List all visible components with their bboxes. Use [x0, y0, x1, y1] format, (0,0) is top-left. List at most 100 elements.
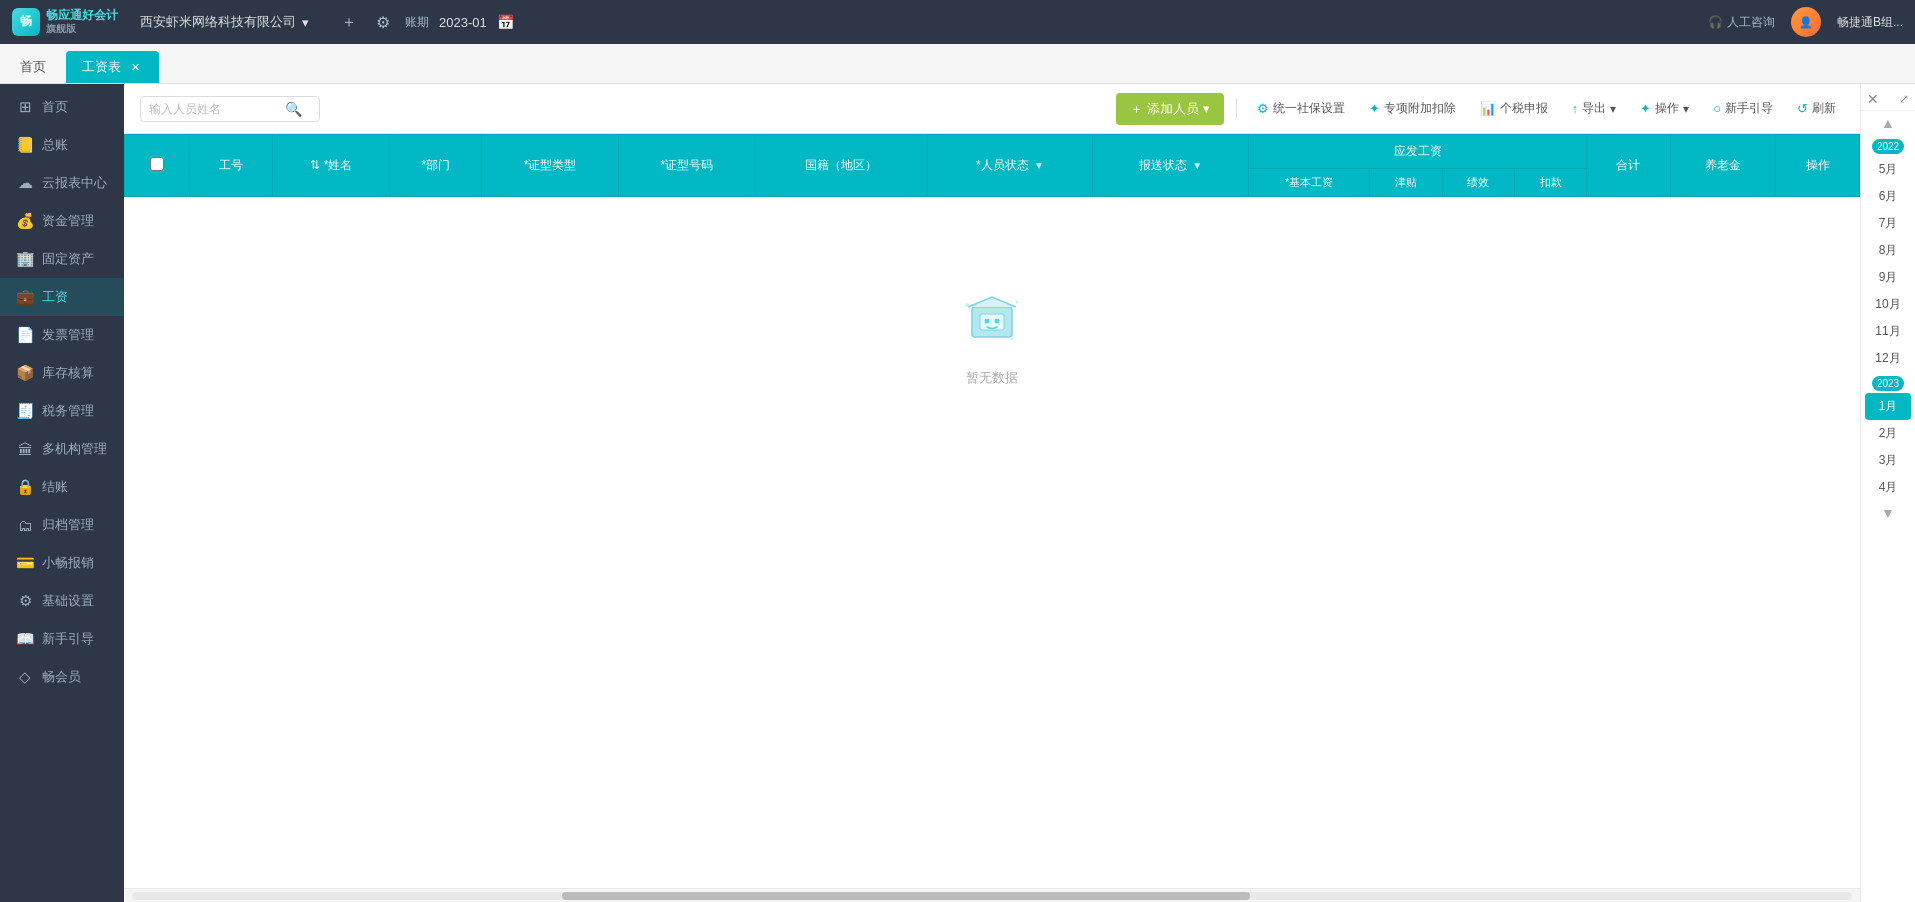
social-settings-label: 统一社保设置	[1273, 100, 1345, 117]
guide-action[interactable]: ○ 新手引导	[1705, 95, 1781, 122]
sidebar-label-fixed-assets: 固定资产	[42, 250, 94, 268]
company-dropdown-icon[interactable]: ▾	[302, 15, 309, 30]
sidebar-item-archive[interactable]: 🗂 归档管理	[0, 506, 124, 544]
user-name[interactable]: 畅捷通B组...	[1837, 14, 1903, 31]
sidebar-item-closing[interactable]: 🔒 结账	[0, 468, 124, 506]
month-2022-12[interactable]: 12月	[1861, 345, 1915, 372]
tab-close-icon[interactable]: ✕	[127, 59, 143, 75]
panel-controls: ✕ ⤢	[1861, 88, 1915, 111]
closing-icon: 🔒	[16, 478, 34, 496]
panel-up-arrow[interactable]: ▲	[1877, 111, 1899, 135]
year-2023-label: 2023	[1872, 376, 1904, 391]
col-allowance: 津贴	[1370, 169, 1442, 197]
sidebar-label-inventory: 库存核算	[42, 364, 94, 382]
status-filter-icon[interactable]: ▼	[1034, 160, 1044, 171]
social-settings-action[interactable]: ⚙ 统一社保设置	[1249, 95, 1353, 122]
sidebar-item-general-ledger[interactable]: 📒 总账	[0, 126, 124, 164]
tab-salary[interactable]: 工资表 ✕	[66, 51, 159, 83]
month-2023-02[interactable]: 2月	[1861, 420, 1915, 447]
support-button[interactable]: 🎧 人工咨询	[1708, 14, 1775, 31]
sidebar-item-basic-settings[interactable]: ⚙ 基础设置	[0, 582, 124, 620]
sidebar-item-inventory[interactable]: 📦 库存核算	[0, 354, 124, 392]
refresh-action[interactable]: ↺ 刷新	[1789, 95, 1844, 122]
svg-point-5	[1016, 301, 1019, 304]
col-base-salary: *基本工资	[1249, 169, 1370, 197]
sidebar-item-salary[interactable]: 💼 工资	[0, 278, 124, 316]
month-2023-04[interactable]: 4月	[1861, 474, 1915, 501]
refresh-label: 刷新	[1812, 100, 1836, 117]
app-version: 旗舰版	[46, 22, 118, 36]
add-person-label: 添加人员	[1147, 100, 1199, 118]
guide-icon: 📖	[16, 630, 34, 648]
col-id-no: *证型号码	[618, 135, 755, 197]
sidebar-item-tax[interactable]: 🧾 税务管理	[0, 392, 124, 430]
settings-button[interactable]: ⚙	[371, 10, 395, 34]
col-id-type: *证型类型	[482, 135, 619, 197]
sidebar-item-multi-org[interactable]: 🏛 多机构管理	[0, 430, 124, 468]
user-avatar[interactable]: 👤	[1791, 7, 1821, 37]
col-ops: 操作	[1776, 135, 1860, 197]
cloud-icon: ☁	[16, 174, 34, 192]
sidebar-item-invoice[interactable]: 📄 发票管理	[0, 316, 124, 354]
org-icon: 🏛	[16, 441, 34, 458]
table-container: 工号 ⇅ *姓名 *部门 *证型类型 *证型号码	[124, 134, 1860, 888]
sidebar-item-cloud-reports[interactable]: ☁ 云报表中心	[0, 164, 124, 202]
tab-home[interactable]: 首页	[4, 51, 62, 83]
sidebar-item-fixed-assets[interactable]: 🏢 固定资产	[0, 240, 124, 278]
month-2022-08[interactable]: 8月	[1861, 237, 1915, 264]
empty-message: 暂无数据	[966, 369, 1018, 387]
personal-tax-action[interactable]: 📊 个税申报	[1472, 95, 1556, 122]
sidebar-label-cloud-reports: 云报表中心	[42, 174, 107, 192]
sidebar-label-invoice: 发票管理	[42, 326, 94, 344]
col-social-security: 养老金	[1670, 135, 1776, 197]
home-icon: ⊞	[16, 98, 34, 116]
month-2022-10[interactable]: 10月	[1861, 291, 1915, 318]
checkbox-header[interactable]	[125, 135, 190, 197]
export-action[interactable]: ↑ 导出 ▾	[1564, 95, 1625, 122]
col-report-status[interactable]: 报送状态 ▼	[1092, 135, 1248, 197]
month-2023-03[interactable]: 3月	[1861, 447, 1915, 474]
report-status-filter-icon[interactable]: ▼	[1192, 160, 1202, 171]
month-2022-09[interactable]: 9月	[1861, 264, 1915, 291]
panel-down-arrow[interactable]: ▼	[1877, 501, 1899, 525]
month-2022-11[interactable]: 11月	[1861, 318, 1915, 345]
period-value: 2023-01	[439, 15, 487, 30]
sidebar: ⊞ 首页 📒 总账 ☁ 云报表中心 💰 资金管理 🏢 固定资产 💼 工资 📄 发…	[0, 84, 124, 902]
month-2022-05[interactable]: 5月	[1861, 156, 1915, 183]
operations-action[interactable]: ✦ 操作 ▾	[1632, 95, 1697, 122]
basic-settings-icon: ⚙	[16, 592, 34, 610]
header-actions: ＋ ⚙ 账期 2023-01 📅	[337, 10, 514, 34]
sidebar-item-home[interactable]: ⊞ 首页	[0, 88, 124, 126]
calendar-icon[interactable]: 📅	[497, 14, 514, 30]
search-icon[interactable]: 🔍	[285, 101, 302, 117]
special-deduction-action[interactable]: ✦ 专项附加扣除	[1361, 95, 1464, 122]
sidebar-label-beginner-guide: 新手引导	[42, 630, 94, 648]
sidebar-item-member[interactable]: ◇ 畅会员	[0, 658, 124, 696]
horizontal-scrollbar[interactable]	[124, 888, 1860, 902]
logo-area: 畅 畅应通好会计 旗舰版	[12, 8, 132, 36]
sidebar-label-fund-management: 资金管理	[42, 212, 94, 230]
col-name[interactable]: ⇅ *姓名	[273, 135, 390, 197]
tab-bar: 首页 工资表 ✕	[0, 44, 1915, 84]
add-person-button[interactable]: ＋ 添加人员 ▾	[1116, 93, 1224, 125]
month-2022-07[interactable]: 7月	[1861, 210, 1915, 237]
add-button[interactable]: ＋	[337, 10, 361, 34]
panel-expand-button[interactable]: ⤢	[1899, 92, 1909, 106]
col-status[interactable]: *人员状态 ▼	[928, 135, 1093, 197]
company-selector[interactable]: 西安虾米网络科技有限公司 ▾	[132, 9, 317, 35]
empty-state: 暂无数据	[125, 197, 1860, 467]
svg-point-3	[995, 319, 1000, 324]
export-label: 导出	[1582, 100, 1606, 117]
month-2022-06[interactable]: 6月	[1861, 183, 1915, 210]
month-2023-01[interactable]: 1月	[1865, 393, 1911, 420]
scrollbar-thumb[interactable]	[562, 892, 1250, 900]
panel-close-button[interactable]: ✕	[1867, 92, 1879, 106]
scrollbar-track[interactable]	[132, 892, 1852, 900]
sidebar-item-expense[interactable]: 💳 小畅报销	[0, 544, 124, 582]
special-deduction-label: 专项附加扣除	[1384, 100, 1456, 117]
sidebar-label-member: 畅会员	[42, 668, 81, 686]
sidebar-item-beginner-guide[interactable]: 📖 新手引导	[0, 620, 124, 658]
select-all-checkbox[interactable]	[150, 157, 164, 171]
search-input[interactable]	[149, 102, 279, 116]
sidebar-item-fund-management[interactable]: 💰 资金管理	[0, 202, 124, 240]
